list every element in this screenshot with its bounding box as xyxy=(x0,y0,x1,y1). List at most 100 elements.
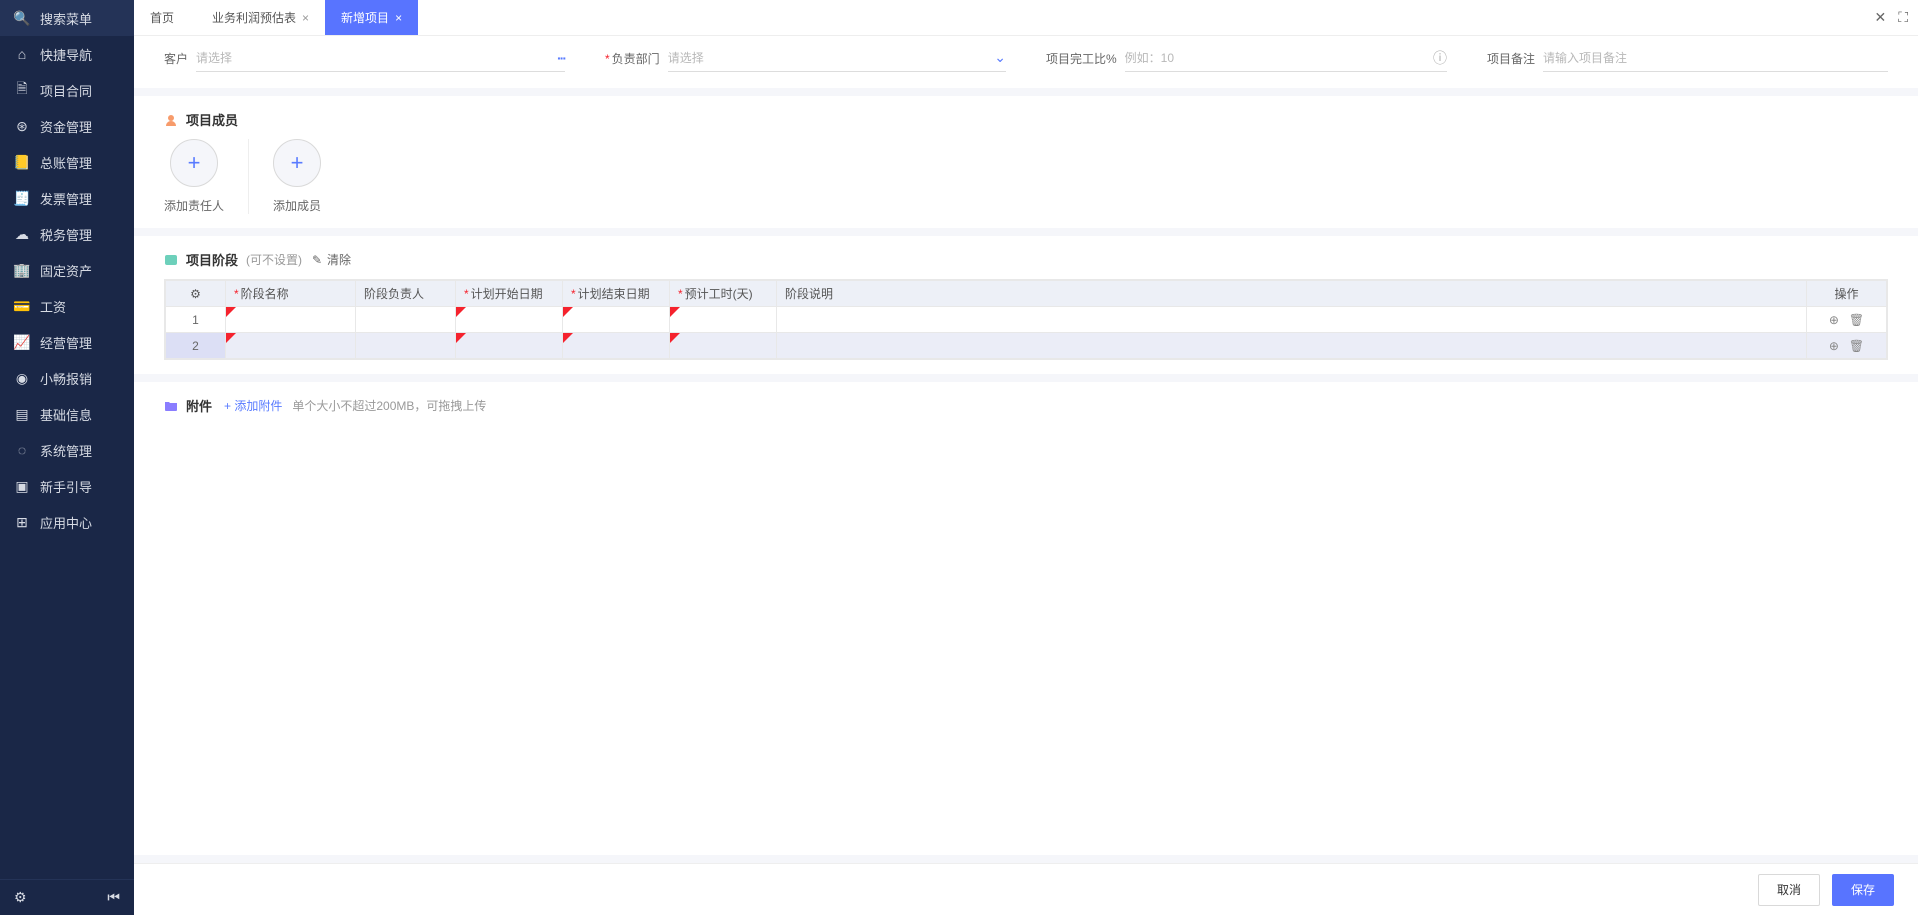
cell-start[interactable] xyxy=(456,307,563,333)
sidebar-item-ledger[interactable]: 📒 总账管理 xyxy=(0,144,134,180)
phase-table: ⚙ *阶段名称 阶段负责人 *计划开始日期 *计划结束日期 *预计工时(天) 阶… xyxy=(165,280,1887,359)
sidebar-item-baoxiao[interactable]: ◉小畅报销 xyxy=(0,360,134,396)
book-icon: ▣ xyxy=(14,478,30,494)
cell-owner[interactable] xyxy=(356,333,456,359)
sidebar-item-funds[interactable]: ⊛资金管理 xyxy=(0,108,134,144)
section-title: 附件 xyxy=(186,396,212,415)
remark-input-wrap[interactable] xyxy=(1543,44,1888,72)
eraser-icon: ✎ xyxy=(310,253,324,267)
sidebar-item-contract[interactable]: 🗎 项目合同 xyxy=(0,72,134,108)
add-member-label: 添加成员 xyxy=(273,197,321,214)
field-label: 项目完工比% xyxy=(1046,50,1117,67)
dept-input[interactable] xyxy=(668,51,989,65)
sidebar-item-tax[interactable]: ☁税务管理 xyxy=(0,216,134,252)
cancel-button[interactable]: 取消 xyxy=(1758,874,1820,906)
col-name: *阶段名称 xyxy=(226,281,356,307)
more-icon[interactable]: ··· xyxy=(551,50,565,66)
cell-days[interactable] xyxy=(670,307,777,333)
close-icon[interactable]: × xyxy=(302,11,309,25)
sidebar-item-invoice[interactable]: 🧾发票管理 xyxy=(0,180,134,216)
sidebar-item-guide[interactable]: ▣新手引导 xyxy=(0,468,134,504)
home-icon: ⌂ xyxy=(14,46,30,62)
cell-start[interactable] xyxy=(456,333,563,359)
sidebar-item-base[interactable]: ▤基础信息 xyxy=(0,396,134,432)
cell-owner[interactable] xyxy=(356,307,456,333)
add-member-button[interactable]: + xyxy=(273,139,321,187)
ledger-icon: 📒 xyxy=(14,154,30,170)
close-panel-icon[interactable]: ✕ xyxy=(1874,9,1886,26)
cell-name[interactable] xyxy=(226,333,356,359)
sidebar-item-label: 项目合同 xyxy=(40,81,92,100)
cell-end[interactable] xyxy=(563,307,670,333)
cell-desc[interactable] xyxy=(777,333,1807,359)
cell-days[interactable] xyxy=(670,333,777,359)
close-icon[interactable]: × xyxy=(395,11,402,25)
tab-newproj[interactable]: 新增项目 × xyxy=(325,0,418,35)
sidebar-item-apps[interactable]: ⊞ 应用中心 xyxy=(0,504,134,540)
customer-input[interactable] xyxy=(196,51,551,65)
clear-button[interactable]: ✎ 清除 xyxy=(310,251,351,268)
apps-icon: ⊞ xyxy=(14,514,30,530)
save-button[interactable]: 保存 xyxy=(1832,874,1894,906)
cell-desc[interactable] xyxy=(777,307,1807,333)
help-icon[interactable]: ⓘ xyxy=(1427,48,1447,68)
section-phase: 项目阶段 (可不设置) ✎ 清除 ⚙ *阶段名称 阶段负责人 xyxy=(134,236,1918,374)
field-customer: 客户 ··· xyxy=(164,44,565,72)
cell-name[interactable] xyxy=(226,307,356,333)
tab-home[interactable]: 首页 xyxy=(134,0,196,35)
sidebar-item-quicknav[interactable]: ⌂ 快捷导航 xyxy=(0,36,134,72)
table-header-row: ⚙ *阶段名称 阶段负责人 *计划开始日期 *计划结束日期 *预计工时(天) 阶… xyxy=(166,281,1887,307)
sidebar-item-label: 系统管理 xyxy=(40,441,92,460)
fullscreen-icon[interactable]: ⛶ xyxy=(1898,9,1908,26)
tabs: 首页 业务利润预估表× 新增项目 × xyxy=(134,0,418,35)
section-title: 项目成员 xyxy=(186,110,238,129)
delete-row-icon[interactable]: 🗑 xyxy=(1849,313,1864,327)
remark-input[interactable] xyxy=(1543,51,1888,65)
add-member: + 添加成员 xyxy=(273,139,321,214)
tab-profit[interactable]: 业务利润预估表× xyxy=(196,0,325,35)
col-gear[interactable]: ⚙ xyxy=(166,281,226,307)
sidebar-item-label: 税务管理 xyxy=(40,225,92,244)
chevron-down-icon[interactable]: ⌄ xyxy=(988,49,1006,66)
sidebar-item-label: 总账管理 xyxy=(40,153,92,172)
sidebar-item-label: 资金管理 xyxy=(40,117,92,136)
add-owner-button[interactable]: + xyxy=(170,139,218,187)
dept-select[interactable]: ⌄ xyxy=(668,44,1006,72)
add-row-icon[interactable]: ⊕ xyxy=(1829,313,1839,327)
tab-label: 新增项目 xyxy=(341,9,389,26)
add-row-icon[interactable]: ⊕ xyxy=(1829,339,1839,353)
gear-icon[interactable]: ⚙ xyxy=(190,287,201,301)
sidebar-item-label: 发票管理 xyxy=(40,189,92,208)
cell-ops: ⊕ 🗑 xyxy=(1807,333,1887,359)
tabs-bar: 首页 业务利润预估表× 新增项目 × ✕ ⛶ xyxy=(134,0,1918,36)
sidebar-item-biz[interactable]: 📈经营管理 xyxy=(0,324,134,360)
document-icon: 🗎 xyxy=(14,82,30,98)
user-icon xyxy=(164,113,178,127)
sidebar-item-label: 应用中心 xyxy=(40,513,92,532)
sidebar-item-label: 快捷导航 xyxy=(40,45,92,64)
field-dept: *负责部门 ⌄ xyxy=(605,44,1006,72)
sidebar-menu: 🔍搜索菜单 ⌂ 快捷导航 🗎 项目合同 ⊛资金管理 📒 总账管理 🧾发票管理 ☁税务管… xyxy=(0,0,134,879)
percent-input-wrap[interactable]: ⓘ xyxy=(1125,44,1447,72)
phase-icon xyxy=(164,253,178,267)
sidebar-item-label: 基础信息 xyxy=(40,405,92,424)
col-start: *计划开始日期 xyxy=(456,281,563,307)
sidebar-item-label: 固定资产 xyxy=(40,261,92,280)
delete-row-icon[interactable]: 🗑 xyxy=(1849,339,1864,353)
sidebar-item-label: 经营管理 xyxy=(40,333,92,352)
table-row: 2 ⊕ 🗑 xyxy=(166,333,1887,359)
sidebar-item-system[interactable]: ◌系统管理 xyxy=(0,432,134,468)
sidebar-item-label: 小畅报销 xyxy=(40,369,92,388)
customer-select[interactable]: ··· xyxy=(196,44,565,72)
field-percent: 项目完工比% ⓘ xyxy=(1046,44,1447,72)
sidebar-item-search[interactable]: 🔍搜索菜单 xyxy=(0,0,134,36)
cell-ops: ⊕ 🗑 xyxy=(1807,307,1887,333)
cell-end[interactable] xyxy=(563,333,670,359)
sidebar-item-assets[interactable]: 🏢固定资产 xyxy=(0,252,134,288)
settings-icon[interactable]: ⚙ xyxy=(14,889,27,906)
add-attachment-button[interactable]: + 添加附件 xyxy=(224,397,282,414)
collapse-icon[interactable]: ⏮ xyxy=(107,889,120,906)
percent-input[interactable] xyxy=(1125,51,1427,65)
sidebar-item-label: 工资 xyxy=(40,297,66,316)
sidebar-item-salary[interactable]: 💳工资 xyxy=(0,288,134,324)
